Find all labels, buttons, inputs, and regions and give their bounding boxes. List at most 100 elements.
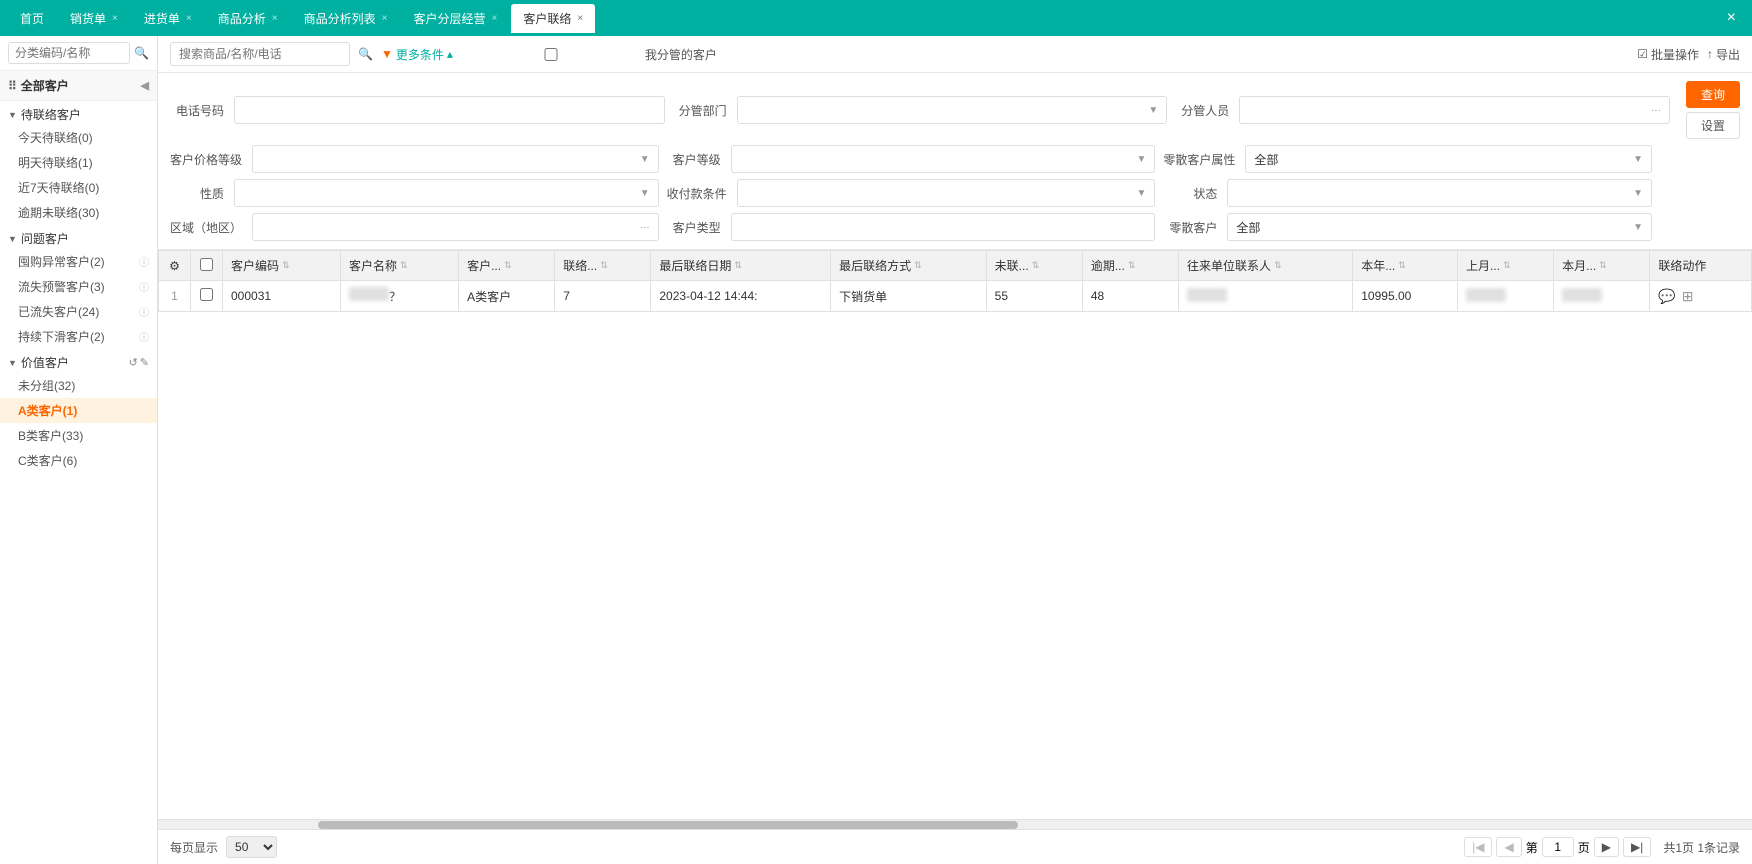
all-customers-header[interactable]: ⠿ 全部客户 ◀ [0,71,157,101]
export-btn[interactable]: ↑ 导出 [1707,46,1740,63]
link-icon[interactable]: ⊞ [1682,288,1694,305]
th-contacts[interactable]: 往来单位联系人⇅ [1178,251,1352,281]
sidebar-item-a-class[interactable]: A类客户(1) [0,398,157,423]
sidebar-item-hoarding[interactable]: 囤购异常客户(2) ⓘ [0,249,157,274]
th-this-year[interactable]: 本年...⇅ [1353,251,1458,281]
close-sales-icon[interactable]: × [112,13,118,24]
tab-purchase[interactable]: 进货单 × [132,4,204,33]
tab-customer-tier[interactable]: 客户分层经营 × [401,4,509,33]
edit-icon[interactable]: ✎ [140,356,149,369]
th-overdue[interactable]: 逾期...⇅ [1082,251,1178,281]
problem-customers-group[interactable]: ▼ 问题客户 [0,225,157,249]
chat-icon[interactable]: 💬 [1658,288,1675,305]
nature-input[interactable]: ▼ [234,179,659,207]
customer-level-input[interactable]: ▼ [731,145,1156,173]
tab-customer-contact[interactable]: 客户联络 × [511,4,595,33]
th-code[interactable]: 客户编码⇅ [223,251,341,281]
table-header-row: ⚙ 客户编码⇅ 客户名称⇅ 客户...⇅ [159,251,1752,281]
sidebar-item-today[interactable]: 今天待联络(0) [0,125,157,150]
th-last-date[interactable]: 最后联络日期⇅ [651,251,831,281]
checkbox-icon: ☑ [1637,47,1648,61]
scroll-thumb[interactable] [318,821,1018,829]
sidebar-item-overdue-contact[interactable]: 逾期未联络(30) [0,200,157,225]
filter-cell-scattered-attr: 零散客户属性 全部▼ [1163,145,1660,173]
close-customer-tier-icon[interactable]: × [491,13,497,24]
value-customers-group[interactable]: ▼ 价值客户 ↺ ✎ [0,349,157,373]
th-contact-count[interactable]: 联络...⇅ [555,251,651,281]
tab-goods-list[interactable]: 商品分析列表 × [292,4,400,33]
sidebar-item-7days[interactable]: 近7天待联络(0) [0,175,157,200]
status-input[interactable]: ▼ [1227,179,1652,207]
window-close-icon[interactable]: × [1719,5,1744,30]
tab-sales[interactable]: 销货单 × [58,4,130,33]
select-all-checkbox[interactable] [200,258,213,271]
close-customer-contact-icon[interactable]: × [577,13,583,24]
sidebar-search-input[interactable] [8,42,130,64]
nature-caret: ▼ [640,188,650,199]
export-icon: ↑ [1707,47,1713,61]
query-btn[interactable]: 查询 [1686,81,1740,108]
sidebar-item-c-class[interactable]: C类客户(6) [0,448,157,473]
filter-cell-status: 状态 ▼ [1163,179,1660,207]
close-purchase-icon[interactable]: × [186,13,192,24]
scattered-input[interactable]: 全部▼ [1227,213,1652,241]
my-customers-checkbox[interactable] [461,48,641,61]
th-checkbox[interactable] [191,251,223,281]
first-page-btn[interactable]: |◀ [1464,837,1492,857]
customer-type-input[interactable] [731,213,1156,241]
search-input[interactable] [170,42,350,66]
sidebar-search-icon[interactable]: 🔍 [134,46,149,60]
sort-name-icon: ⇅ [400,260,408,271]
filter-cell-scattered: 零散客户 全部▼ [1163,213,1660,241]
settings-btn[interactable]: 设置 [1686,112,1740,139]
nature-label: 性质 [170,185,230,202]
sidebar: 🔍 ⠿ 全部客户 ◀ ▼ 待联络客户 今天待联络(0) 明天待联络(1) 近7天… [0,36,158,864]
sidebar-item-churn-warning[interactable]: 流失预警客户(3) ⓘ [0,274,157,299]
more-filters-btn[interactable]: ▼ 更多条件 ▴ [381,46,453,63]
row-checkbox[interactable] [200,288,213,301]
next-page-btn[interactable]: ▶ [1594,837,1619,857]
page-number-input[interactable] [1542,837,1574,857]
refresh-icon[interactable]: ↺ [129,356,138,369]
sidebar-item-b-class[interactable]: B类客户(33) [0,423,157,448]
search-bar-icon[interactable]: 🔍 [358,47,373,61]
phone-input[interactable] [234,96,665,124]
manager-input[interactable]: ··· [1239,96,1670,124]
scattered-label: 零散客户 [1163,219,1223,236]
customer-contact-label: 客户联络 [523,10,571,27]
tab-goods-analysis[interactable]: 商品分析 × [206,4,290,33]
scattered-attr-input[interactable]: 全部▼ [1245,145,1652,173]
sidebar-collapse-btn[interactable]: ◀ [141,79,149,92]
page-size-select[interactable]: 50 100 200 [226,836,277,858]
prev-page-btn[interactable]: ◀ [1496,837,1521,857]
payment-input[interactable]: ▼ [737,179,1156,207]
customer-tier-label: 客户分层经营 [413,10,485,27]
sidebar-item-churned[interactable]: 已流失客户(24) ⓘ [0,299,157,324]
horizontal-scrollbar[interactable] [158,819,1752,829]
sidebar-item-tomorrow[interactable]: 明天待联络(1) [0,150,157,175]
dept-input[interactable]: ▼ [737,96,1168,124]
sort-overdue-icon: ⇅ [1128,260,1136,271]
my-customers-filter[interactable]: 我分管的客户 [461,46,717,63]
th-not-contacted[interactable]: 未联...⇅ [986,251,1082,281]
sidebar-item-declining[interactable]: 持续下滑客户(2) ⓘ [0,324,157,349]
tab-home[interactable]: 首页 [8,4,56,33]
pending-contact-group[interactable]: ▼ 待联络客户 [0,101,157,125]
cell-checkbox[interactable] [191,281,223,312]
close-goods-list-icon[interactable]: × [382,13,388,24]
batch-op-btn[interactable]: ☑ 批量操作 [1637,46,1699,63]
th-gear[interactable]: ⚙ [159,251,191,281]
th-this-month[interactable]: 本月...⇅ [1554,251,1650,281]
gear-icon[interactable]: ⚙ [169,259,180,273]
close-goods-analysis-icon[interactable]: × [272,13,278,24]
th-name[interactable]: 客户名称⇅ [341,251,459,281]
price-level-input[interactable]: ▼ [252,145,659,173]
th-last-month[interactable]: 上月...⇅ [1458,251,1554,281]
last-method-link[interactable]: 下销货单 [839,290,887,304]
region-input[interactable]: ··· [252,213,659,241]
th-type[interactable]: 客户...⇅ [459,251,555,281]
th-last-method[interactable]: 最后联络方式⇅ [831,251,987,281]
filter-cell-nature: 性质 ▼ [170,179,667,207]
last-page-btn[interactable]: ▶| [1623,837,1651,857]
sidebar-item-ungrouped[interactable]: 未分组(32) [0,373,157,398]
